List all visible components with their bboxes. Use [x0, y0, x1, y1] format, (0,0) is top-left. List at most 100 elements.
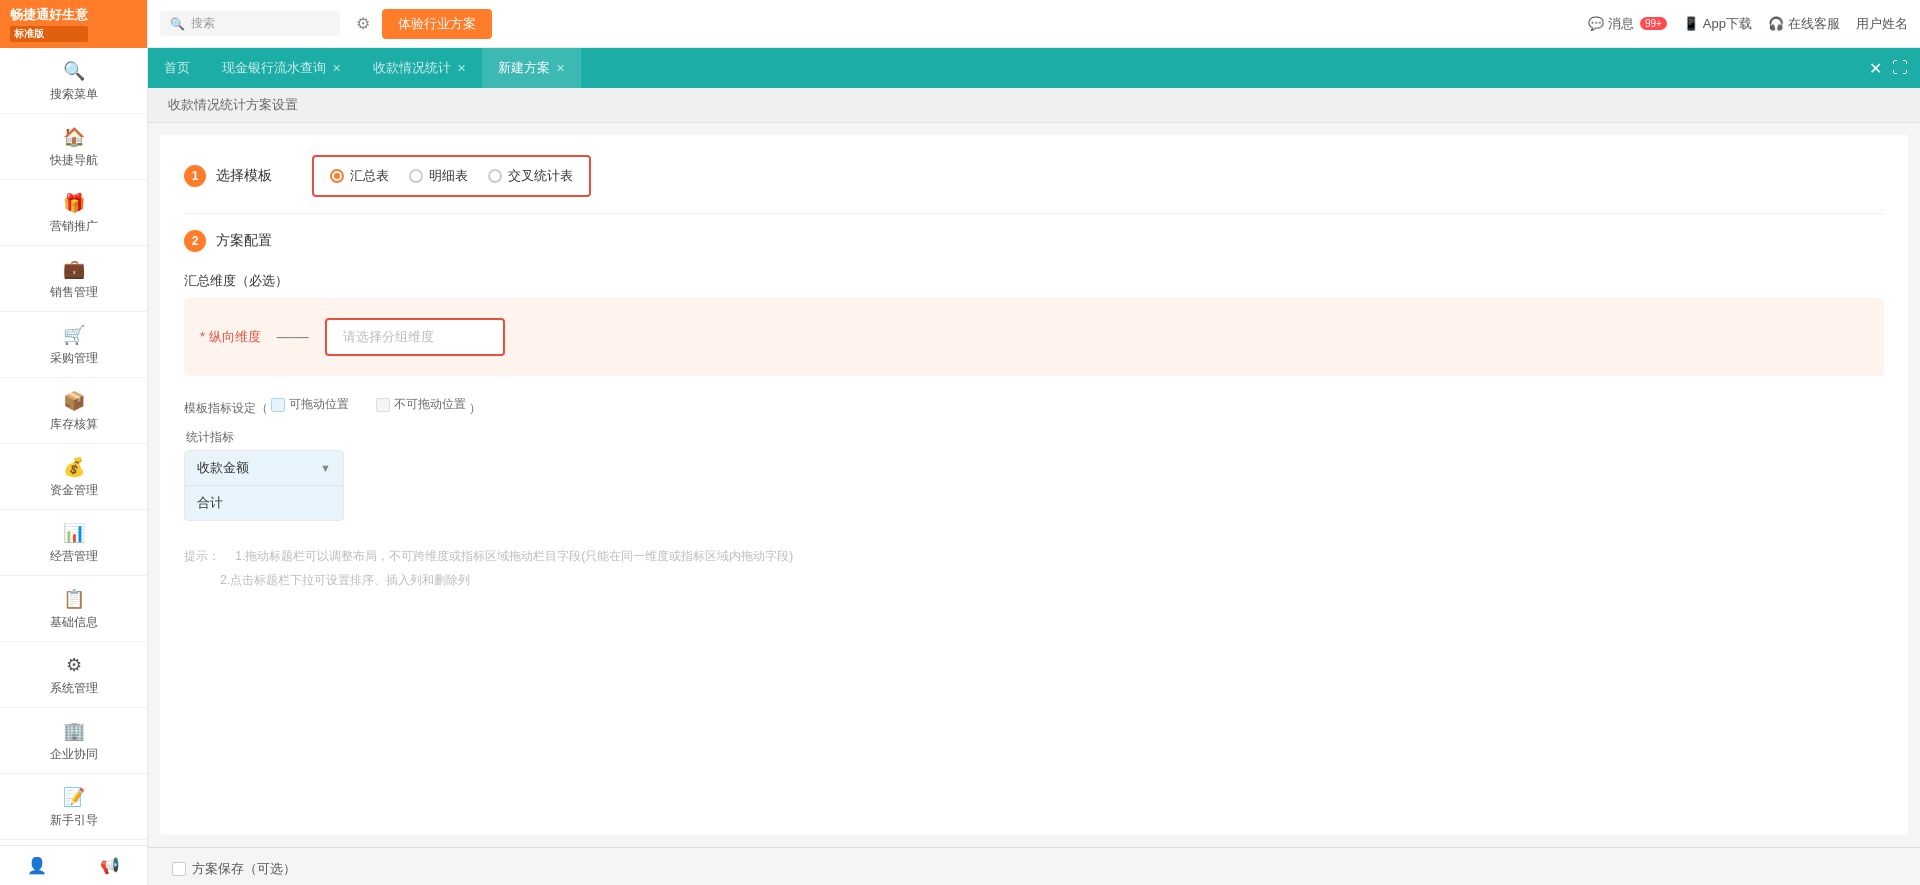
sidebar-item-label: 搜索菜单 [50, 86, 98, 103]
stat-col-label: 收款金额 [197, 459, 249, 477]
step1-badge: 1 [184, 165, 206, 187]
sidebar-logo: 畅捷通好生意 标准版 [0, 0, 147, 48]
sidebar-item-marketing[interactable]: 🎁 营销推广 [0, 180, 147, 246]
radio-detail-label: 明细表 [429, 167, 468, 185]
stat-table-row-total: 合计 [185, 485, 343, 520]
sidebar-item-newbie[interactable]: 📝 新手引导 [0, 774, 147, 840]
gift-icon: 🎁 [63, 192, 85, 214]
sidebar-footer-user[interactable]: 👤 [27, 856, 47, 875]
notification-label: 消息 [1608, 15, 1634, 33]
support-item[interactable]: 🎧 在线客服 [1768, 15, 1840, 33]
tab-new-scheme-close[interactable]: ✕ [556, 62, 565, 75]
tab-maximize-icon[interactable]: ⛶ [1892, 59, 1908, 77]
clipboard-icon: 📋 [63, 588, 85, 610]
sidebar-item-label: 新手引导 [50, 812, 98, 829]
tabbar: 首页 现金银行流水查询 ✕ 收款情况统计 ✕ 新建方案 ✕ ✕ ⛶ [148, 48, 1920, 88]
radio-detail-circle [409, 169, 423, 183]
briefcase-icon: 💼 [63, 258, 85, 280]
stat-group-label: 统计指标 [184, 429, 344, 446]
radio-summary-circle [330, 169, 344, 183]
radio-cross-label: 交叉统计表 [508, 167, 573, 185]
radio-summary-label: 汇总表 [350, 167, 389, 185]
search-placeholder: 搜索 [191, 15, 215, 32]
sidebar-item-basic-info[interactable]: 📋 基础信息 [0, 576, 147, 642]
legend-draggable: 可拖动位置 [271, 396, 349, 413]
radio-detail[interactable]: 明细表 [409, 167, 468, 185]
topbar: 🔍 搜索 ⚙ 体验行业方案 💬 消息 99+ 📱 App下载 🎧 在线客服 用户… [148, 0, 1920, 48]
sidebar-item-label: 采购管理 [50, 350, 98, 367]
trial-button[interactable]: 体验行业方案 [382, 9, 492, 39]
radio-summary[interactable]: 汇总表 [330, 167, 389, 185]
radio-cross-circle [488, 169, 502, 183]
download-item[interactable]: 📱 App下载 [1683, 15, 1752, 33]
indicator-legend: 模板指标设定（ 可拖动位置 不可拖动位置 ） [184, 396, 1884, 417]
stat-group: 统计指标 收款金额 ▼ 合计 [184, 429, 344, 524]
stat-table-header[interactable]: 收款金额 ▼ [185, 451, 343, 485]
stat-row-label: 合计 [197, 495, 223, 510]
dimension-row-label: * 纵向维度 [200, 328, 261, 346]
tab-close-icon[interactable]: ✕ [1869, 59, 1882, 78]
tips-item1: 1.拖动标题栏可以调整布局，不可跨维度或指标区域拖动栏目字段(只能在同一维度或指… [235, 549, 793, 563]
gear-icon: ⚙ [66, 654, 82, 676]
save-option-label: 方案保存（可选） [192, 860, 296, 878]
tab-receipt-stats-close[interactable]: ✕ [457, 62, 466, 75]
indicator-section: 模板指标设定（ 可拖动位置 不可拖动位置 ） [184, 396, 1884, 524]
page-title: 收款情况统计方案设置 [148, 88, 1920, 123]
home-icon: 🏠 [63, 126, 85, 148]
divider1 [184, 213, 1884, 214]
tab-bank-flow-close[interactable]: ✕ [332, 62, 341, 75]
tab-home-label: 首页 [164, 59, 190, 77]
search-icon: 🔍 [170, 17, 185, 31]
tab-receipt-stats[interactable]: 收款情况统计 ✕ [357, 48, 482, 88]
config-section: 汇总维度（必选） * 纵向维度 —— 请选择分组维度 模板指标设定（ [184, 272, 1884, 592]
support-icon: 🎧 [1768, 16, 1784, 31]
settings-icon[interactable]: ⚙ [356, 14, 370, 33]
search-bar[interactable]: 🔍 搜索 [160, 11, 340, 36]
sidebar-footer-announce[interactable]: 📢 [100, 856, 120, 875]
legend-blue-box [271, 398, 285, 412]
sidebar-item-finance[interactable]: 💰 资金管理 [0, 444, 147, 510]
tab-new-scheme[interactable]: 新建方案 ✕ [482, 48, 581, 88]
tips-section: 提示： 1.拖动标题栏可以调整布局，不可跨维度或指标区域拖动栏目字段(只能在同一… [184, 544, 1884, 592]
sidebar-item-sales[interactable]: 💼 销售管理 [0, 246, 147, 312]
sidebar-item-system[interactable]: ⚙ 系统管理 [0, 642, 147, 708]
notification-badge: 99+ [1640, 17, 1667, 30]
sidebar-item-quick-nav[interactable]: 🏠 快捷导航 [0, 114, 147, 180]
sidebar-item-operations[interactable]: 📊 经营管理 [0, 510, 147, 576]
tab-new-scheme-label: 新建方案 [498, 59, 550, 77]
bottom-bar: 方案保存（可选） [148, 847, 1920, 885]
step2-label: 方案配置 [216, 232, 272, 250]
stat-table-container: 统计指标 收款金额 ▼ 合计 [184, 429, 1884, 524]
logo-badge: 标准版 [10, 26, 88, 42]
tab-receipt-stats-label: 收款情况统计 [373, 59, 451, 77]
sidebar-item-search-menu[interactable]: 🔍 搜索菜单 [0, 48, 147, 114]
sidebar-item-inventory[interactable]: 📦 库存核算 [0, 378, 147, 444]
main-area: 🔍 搜索 ⚙ 体验行业方案 💬 消息 99+ 📱 App下载 🎧 在线客服 用户… [148, 0, 1920, 885]
topbar-right: 💬 消息 99+ 📱 App下载 🎧 在线客服 用户姓名 [1588, 15, 1908, 33]
sidebar-item-label: 企业协同 [50, 746, 98, 763]
sidebar-item-purchase[interactable]: 🛒 采购管理 [0, 312, 147, 378]
sidebar-item-label: 营销推广 [50, 218, 98, 235]
dimension-row: * 纵向维度 —— 请选择分组维度 [200, 318, 1868, 356]
money-icon: 💰 [63, 456, 85, 478]
download-icon: 📱 [1683, 16, 1699, 31]
notification-item[interactable]: 💬 消息 99+ [1588, 15, 1667, 33]
tips-title: 提示： [184, 549, 232, 563]
legend-nondraggable: 不可拖动位置 [376, 396, 466, 413]
legend-nondraggable-label: 不可拖动位置 [394, 396, 466, 413]
cart-icon: 🛒 [63, 324, 85, 346]
sidebar-item-label: 基础信息 [50, 614, 98, 631]
megaphone-icon: 📢 [100, 856, 120, 875]
radio-cross[interactable]: 交叉统计表 [488, 167, 573, 185]
sidebar-item-label: 经营管理 [50, 548, 98, 565]
stat-col-chevron: ▼ [320, 462, 331, 474]
dimension-select[interactable]: 请选择分组维度 [325, 318, 505, 356]
save-checkbox[interactable] [172, 862, 186, 876]
pencil-icon: 📝 [63, 786, 85, 808]
chart-icon: 📊 [63, 522, 85, 544]
tab-bank-flow[interactable]: 现金银行流水查询 ✕ [206, 48, 357, 88]
template-selection: 汇总表 明细表 交叉统计表 [312, 155, 591, 197]
save-option[interactable]: 方案保存（可选） [172, 860, 296, 878]
tab-home[interactable]: 首页 [148, 48, 206, 88]
sidebar-item-corp-collab[interactable]: 🏢 企业协同 [0, 708, 147, 774]
